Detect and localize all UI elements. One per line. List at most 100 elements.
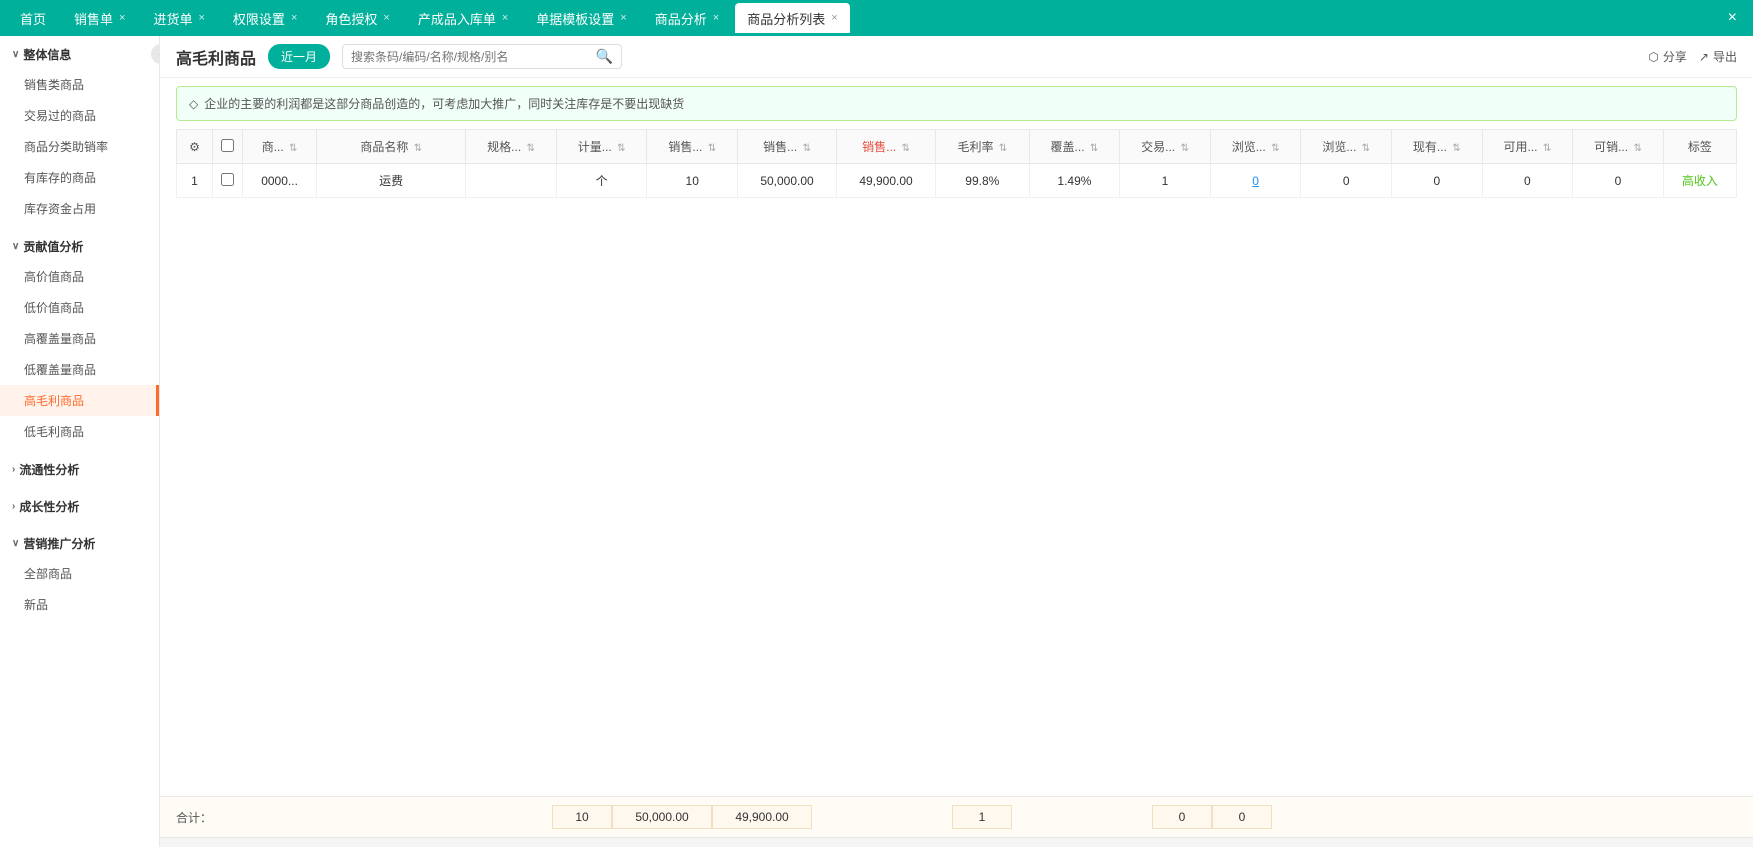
sidebar-item-low-coverage[interactable]: 低覆盖量商品 [0,354,159,385]
share-icon: ⬡ [1648,50,1658,64]
sort-code-icon[interactable]: ⇅ [289,143,297,154]
nav-tab-template[interactable]: 单据模板设置 × [524,3,638,33]
sidebar-group-growth-title[interactable]: › 成长性分析 [0,492,159,521]
row-view2: 0 [1301,164,1392,198]
sort-current-stock-icon[interactable]: ⇅ [1452,143,1460,154]
row-available: 0 [1482,164,1573,198]
sidebar-item-category-rate[interactable]: 商品分类助销率 [0,131,159,162]
nav-tab-sales[interactable]: 销售单 × [62,3,137,33]
col-code[interactable]: 商... ⇅ [243,130,317,164]
nav-tab-product-analysis[interactable]: 商品分析 × [643,3,731,33]
footer-cells: 10 50,000.00 49,900.00 1 0 [232,805,1737,829]
sidebar-group-overall-title[interactable]: ∨ 整体信息 [0,40,159,69]
close-finished-goods-tab[interactable]: × [502,12,508,24]
header-actions: ⬡ 分享 ↗ 导出 [1648,48,1737,65]
sort-sales-amount-icon[interactable]: ⇅ [803,143,811,154]
nav-tab-home[interactable]: 首页 [8,3,58,33]
sidebar-item-all-goods[interactable]: 全部商品 [0,558,159,589]
table-wrapper[interactable]: ⚙ 商... ⇅ 商品名称 ⇅ [160,129,1753,796]
col-sales-profit[interactable]: 销售... ⇅ [837,130,936,164]
sort-name-icon[interactable]: ⇅ [414,143,422,154]
row-select-checkbox[interactable] [221,173,234,186]
sort-unit-icon[interactable]: ⇅ [617,143,625,154]
close-template-tab[interactable]: × [620,12,626,24]
info-diamond-icon: ◇ [189,97,198,111]
footer-cell-sales-profit: 49,900.00 [712,805,812,829]
sort-gross-margin-icon[interactable]: ⇅ [999,143,1007,154]
close-product-analysis-tab[interactable]: × [713,12,719,24]
col-gross-margin[interactable]: 毛利率 ⇅ [936,130,1030,164]
col-checkbox[interactable] [213,130,243,164]
sidebar-item-high-coverage[interactable]: 高覆盖量商品 [0,323,159,354]
col-sellable[interactable]: 可销... ⇅ [1573,130,1664,164]
close-purchase-tab[interactable]: × [198,12,204,24]
sidebar-item-sales-goods[interactable]: 销售类商品 [0,69,159,100]
close-roles-tab[interactable]: × [383,12,389,24]
sidebar: « ∨ 整体信息 销售类商品 交易过的商品 商品分类助销率 有库存的商品 库存资… [0,36,160,847]
col-trade-count[interactable]: 交易... ⇅ [1120,130,1211,164]
col-spec[interactable]: 规格... ⇅ [466,130,557,164]
liquidity-arrow-icon: › [12,464,15,475]
sidebar-group-liquidity: › 流通性分析 [0,451,159,488]
row-view1[interactable]: 0 [1210,164,1301,198]
col-view2[interactable]: 浏览... ⇅ [1301,130,1392,164]
col-unit[interactable]: 计量... ⇅ [556,130,647,164]
sidebar-item-high-value[interactable]: 高价值商品 [0,261,159,292]
sidebar-item-stock-capital[interactable]: 库存资金占用 [0,193,159,224]
nav-tab-roles[interactable]: 角色授权 × [313,3,401,33]
col-current-stock[interactable]: 现有... ⇅ [1391,130,1482,164]
col-name[interactable]: 商品名称 ⇅ [317,130,466,164]
settings-icon[interactable]: ⚙ [189,140,200,154]
sidebar-group-contribution-title[interactable]: ∨ 贡献值分析 [0,232,159,261]
overall-arrow-icon: ∨ [12,49,19,60]
search-input[interactable] [351,50,592,64]
sidebar-item-high-margin[interactable]: 高毛利商品 [0,385,159,416]
sort-sellable-icon[interactable]: ⇅ [1633,143,1641,154]
sort-sales-profit-icon[interactable]: ⇅ [902,143,910,154]
col-view1[interactable]: 浏览... ⇅ [1210,130,1301,164]
share-button[interactable]: ⬡ 分享 [1648,48,1687,65]
sidebar-item-low-margin[interactable]: 低毛利商品 [0,416,159,447]
row-index: 1 [177,164,213,198]
row-checkbox[interactable] [213,164,243,198]
row-tag: 高收入 [1663,164,1736,198]
sidebar-item-new-goods[interactable]: 新品 [0,589,159,620]
close-product-analysis-list-tab[interactable]: × [831,12,837,24]
col-sales-qty[interactable]: 销售... ⇅ [647,130,738,164]
row-name[interactable]: 运费 [317,164,466,198]
sidebar-item-stocked-goods[interactable]: 有库存的商品 [0,162,159,193]
close-permissions-tab[interactable]: × [291,12,297,24]
sort-spec-icon[interactable]: ⇅ [527,143,535,154]
footer-cell-empty4 [1082,805,1152,829]
nav-tab-permissions[interactable]: 权限设置 × [221,3,309,33]
sort-available-icon[interactable]: ⇅ [1543,143,1551,154]
row-code[interactable]: 0000... [243,164,317,198]
sidebar-group-liquidity-title[interactable]: › 流通性分析 [0,455,159,484]
footer-cell-current-stock: 0 [1152,805,1212,829]
search-icon[interactable]: 🔍 [596,48,613,65]
select-all-checkbox[interactable] [221,139,234,152]
time-filter-recent-month[interactable]: 近一月 [268,44,330,69]
col-sales-amount[interactable]: 销售... ⇅ [738,130,837,164]
close-sales-tab[interactable]: × [119,12,125,24]
nav-tab-product-analysis-list[interactable]: 商品分析列表 × [735,3,849,33]
bottom-scrollbar[interactable] [160,837,1753,847]
col-coverage[interactable]: 覆盖... ⇅ [1029,130,1120,164]
nav-tab-finished-goods[interactable]: 产成品入库单 × [406,3,520,33]
sort-trade-count-icon[interactable]: ⇅ [1180,143,1188,154]
sidebar-group-marketing-title[interactable]: ∨ 营销推广分析 [0,529,159,558]
export-icon: ↗ [1699,50,1709,64]
col-available[interactable]: 可用... ⇅ [1482,130,1573,164]
sort-coverage-icon[interactable]: ⇅ [1090,143,1098,154]
nav-tab-purchase[interactable]: 进货单 × [141,3,216,33]
sort-view1-icon[interactable]: ⇅ [1271,143,1279,154]
col-settings[interactable]: ⚙ [177,130,213,164]
sort-view2-icon[interactable]: ⇅ [1362,143,1370,154]
footer-label: 合计： [176,809,212,826]
close-all-tabs-button[interactable]: × [1720,9,1745,27]
sidebar-item-low-value[interactable]: 低价值商品 [0,292,159,323]
sidebar-item-traded-goods[interactable]: 交易过的商品 [0,100,159,131]
export-button[interactable]: ↗ 导出 [1699,48,1737,65]
footer-cell-empty2 [882,805,952,829]
sort-sales-qty-icon[interactable]: ⇅ [708,143,716,154]
